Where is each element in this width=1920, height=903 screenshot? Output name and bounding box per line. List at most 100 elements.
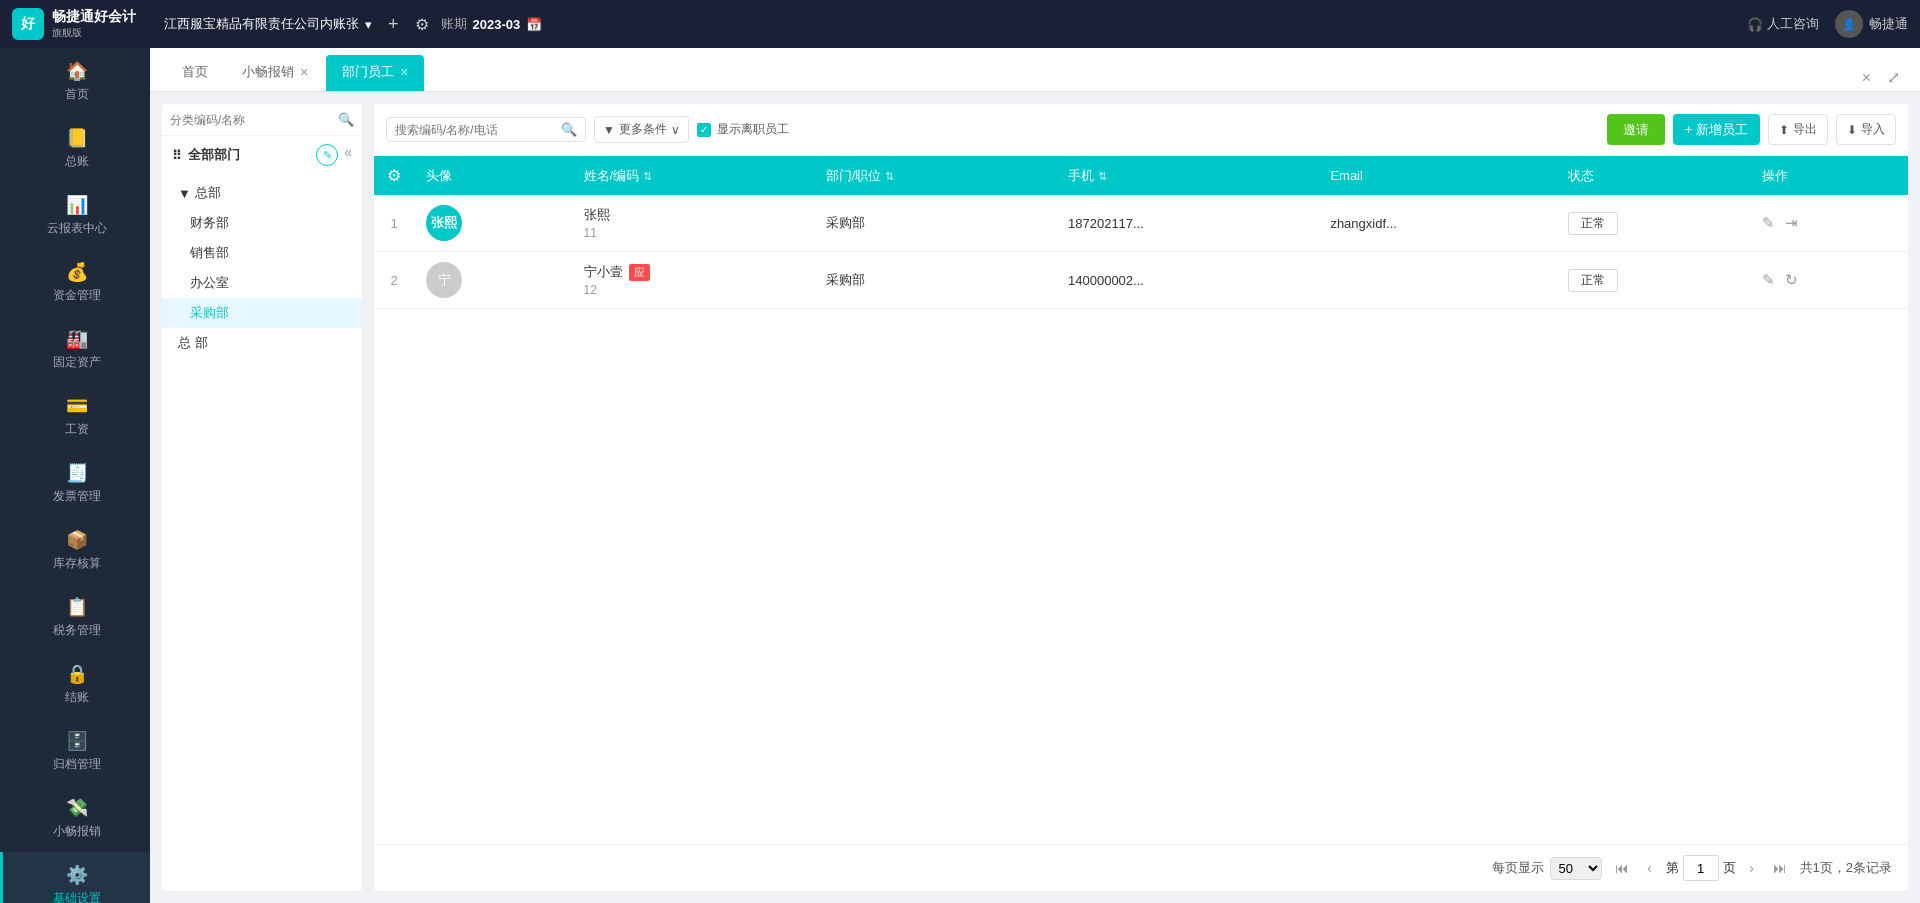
page-content: 🔍 ⠿ 全部部门 ✎ « ▼ 总部 (150, 92, 1920, 903)
dept-node-zongbu-root[interactable]: ▼ 总部 (162, 178, 362, 208)
tab-dept-emp-close[interactable]: × (400, 64, 408, 80)
sidebar-item-capital[interactable]: 💰 资金管理 (0, 249, 150, 316)
row-ops-2: ✎ ↻ (1750, 252, 1908, 309)
sidebar-item-expense[interactable]: 💸 小畅报销 (0, 785, 150, 852)
page-current: 第 页 (1666, 855, 1736, 881)
capital-icon: 💰 (66, 261, 88, 283)
sidebar-item-payroll[interactable]: 💳 工资 (0, 383, 150, 450)
col-phone[interactable]: 手机 ⇅ (1056, 156, 1318, 195)
tab-expense[interactable]: 小畅报销 × (226, 55, 324, 91)
emp-search-icon[interactable]: 🔍 (561, 122, 577, 137)
col-dept-pos[interactable]: 部门/职位 ⇅ (814, 156, 1056, 195)
row-dept-2: 采购部 (814, 252, 1056, 309)
tab-close-all-button[interactable]: × (1858, 65, 1875, 91)
edit-button-2[interactable]: ✎ (1762, 271, 1775, 289)
settings-icon: ⚙️ (66, 864, 88, 886)
service-button[interactable]: 🎧 人工咨询 (1747, 15, 1819, 33)
import-label: 导入 (1861, 121, 1885, 138)
dept-header: ⠿ 全部部门 ✎ « (162, 136, 362, 174)
col-settings[interactable]: ⚙ (374, 156, 414, 195)
prev-page-button[interactable]: ‹ (1638, 856, 1662, 880)
edit-button-1[interactable]: ✎ (1762, 214, 1775, 232)
dept-node-sales[interactable]: 销售部 (162, 238, 362, 268)
period-label: 账期 (441, 15, 467, 33)
sidebar-label-assets: 固定资产 (53, 354, 101, 371)
sidebar-item-home[interactable]: 🏠 首页 (0, 48, 150, 115)
tab-expense-close[interactable]: × (300, 64, 308, 80)
sort-name-icon: ⇅ (643, 170, 652, 182)
row-name-1: 张熙 11 (572, 195, 814, 252)
per-page-select[interactable]: 50 10 20 100 (1550, 857, 1602, 880)
page-input[interactable] (1683, 855, 1719, 881)
assets-icon: 🏭 (66, 328, 88, 350)
dept-panel: 🔍 ⠿ 全部部门 ✎ « ▼ 总部 (162, 104, 362, 891)
emp-search-box: 🔍 (386, 117, 586, 142)
row-num-1: 1 (374, 195, 414, 252)
sidebar-item-tax[interactable]: 📋 税务管理 (0, 584, 150, 651)
filter-icon: ▼ (603, 123, 615, 137)
payroll-icon: 💳 (66, 395, 88, 417)
sidebar-item-settings[interactable]: ⚙️ 基础设置 (0, 852, 150, 903)
export-button[interactable]: ⬆ 导出 (1768, 114, 1828, 145)
period-value: 2023-03 (473, 17, 521, 32)
tab-home[interactable]: 首页 (166, 55, 224, 91)
sidebar-item-inventory[interactable]: 📦 库存核算 (0, 517, 150, 584)
sidebar-item-invoice[interactable]: 🧾 发票管理 (0, 450, 150, 517)
topbar-settings-icon[interactable]: ⚙ (415, 15, 429, 34)
dept-search-input[interactable] (170, 113, 332, 127)
logo-icon: 好 (12, 8, 44, 40)
sidebar-label-payroll: 工资 (65, 421, 89, 438)
dept-node-purchase[interactable]: 采购部 (162, 298, 362, 328)
add-tab-button[interactable]: + (384, 14, 403, 35)
inventory-icon: 📦 (66, 529, 88, 551)
row-status-1: 正常 (1556, 195, 1750, 252)
last-page-button[interactable]: ⏭ (1768, 856, 1792, 880)
sidebar-label-tax: 税务管理 (53, 622, 101, 639)
row-status-2: 正常 (1556, 252, 1750, 309)
next-page-button[interactable]: › (1740, 856, 1764, 880)
logout-button-1[interactable]: ⇥ (1785, 214, 1798, 232)
filter-label: 更多条件 (619, 121, 667, 138)
status-badge-2: 正常 (1568, 269, 1618, 292)
add-dept-button[interactable]: ✎ (316, 144, 338, 166)
company-selector[interactable]: 江西服宝精品有限责任公司内账张 ▾ (164, 15, 372, 33)
first-page-button[interactable]: ⏮ (1610, 856, 1634, 880)
sidebar-label-home: 首页 (65, 86, 89, 103)
table-settings-icon[interactable]: ⚙ (387, 167, 401, 184)
sidebar-item-ledger[interactable]: 📒 总账 (0, 115, 150, 182)
close-period-icon: 🔒 (66, 663, 88, 685)
show-resigned-checkbox[interactable]: ✓ (697, 123, 711, 137)
sidebar-item-reports[interactable]: 📊 云报表中心 (0, 182, 150, 249)
show-resigned-label: 显示离职员工 (717, 121, 789, 138)
tab-dept-emp[interactable]: 部门员工 × (326, 55, 424, 91)
col-name-code[interactable]: 姓名/编码 ⇅ (572, 156, 814, 195)
dept-node-office[interactable]: 办公室 (162, 268, 362, 298)
topbar-right: 🎧 人工咨询 👤 畅捷通 (1747, 10, 1908, 38)
dept-node-finance[interactable]: 财务部 (162, 208, 362, 238)
add-employee-button[interactable]: + 新增员工 (1673, 114, 1760, 145)
main-layout: 🏠 首页 📒 总账 📊 云报表中心 💰 资金管理 🏭 固定资产 💳 工资 🧾 发… (0, 48, 1920, 903)
collapse-dept-button[interactable]: « (344, 144, 352, 166)
show-resigned-toggle[interactable]: ✓ 显示离职员工 (697, 121, 789, 138)
sidebar-item-close[interactable]: 🔒 结账 (0, 651, 150, 718)
export-icon: ⬆ (1779, 123, 1789, 137)
refresh-button-2[interactable]: ↻ (1785, 271, 1798, 289)
col-avatar: 头像 (414, 156, 572, 195)
content-area: 首页 小畅报销 × 部门员工 × × ⤢ 🔍 (150, 48, 1920, 903)
sidebar-label-close: 结账 (65, 689, 89, 706)
tab-expand-button[interactable]: ⤢ (1883, 64, 1904, 91)
table-row: 2 宁 宁小壹 应 (374, 252, 1908, 309)
period-selector[interactable]: 账期 2023-03 📅 (441, 15, 543, 33)
col-ops: 操作 (1750, 156, 1908, 195)
dept-search-icon[interactable]: 🔍 (338, 112, 354, 127)
import-button[interactable]: ⬇ 导入 (1836, 114, 1896, 145)
emp-search-input[interactable] (395, 123, 555, 137)
sidebar-item-archive[interactable]: 🗄️ 归档管理 (0, 718, 150, 785)
table-header-row: ⚙ 头像 姓名/编码 ⇅ 部门/职位 ⇅ 手机 ⇅ Email 状态 操作 (374, 156, 1908, 195)
user-info[interactable]: 👤 畅捷通 (1835, 10, 1908, 38)
more-filter-button[interactable]: ▼ 更多条件 ∨ (594, 116, 689, 143)
dept-node-zongbu[interactable]: 总 部 (162, 328, 362, 358)
invite-button[interactable]: 邀请 (1607, 114, 1665, 145)
sidebar-item-assets[interactable]: 🏭 固定资产 (0, 316, 150, 383)
sidebar-label-inventory: 库存核算 (53, 555, 101, 572)
